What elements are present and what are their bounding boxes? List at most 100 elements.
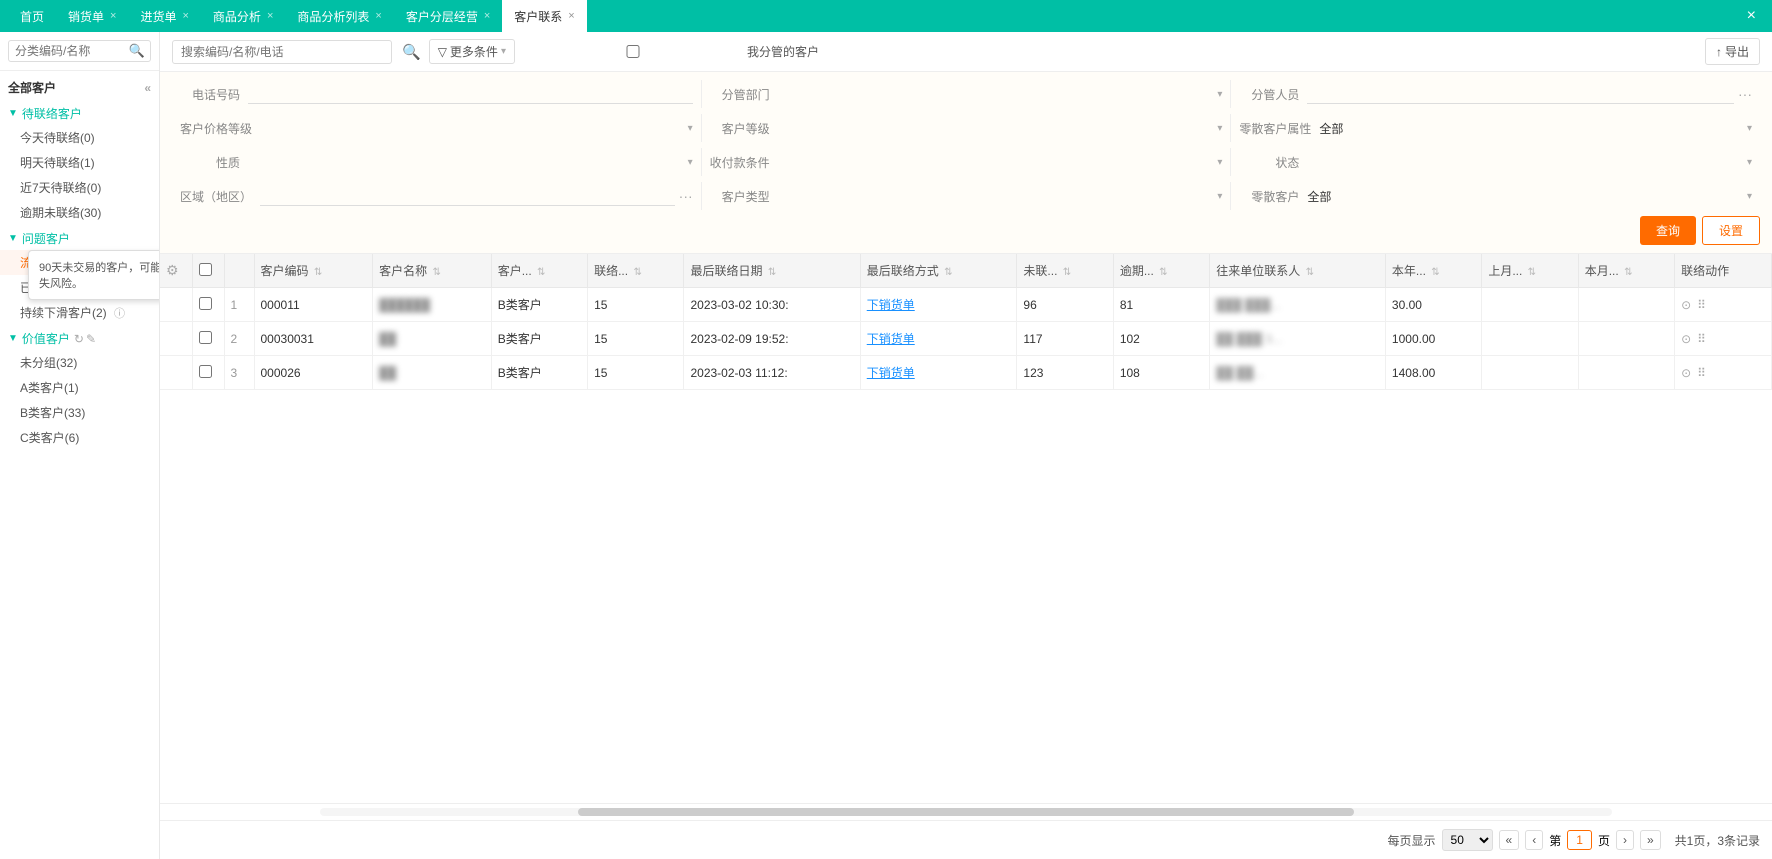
more-actions-icon[interactable]: ⠿ [1697,366,1706,380]
sidebar-item-ungroup[interactable]: 未分组(32) [0,350,159,375]
col-checkbox[interactable] [192,254,224,288]
sidebar-item-classB[interactable]: B类客户(33) [0,400,159,425]
col-overdue[interactable]: 逾期... ⇅ [1113,254,1209,288]
nav-customer-contact[interactable]: 客户联系 × [502,0,586,32]
row-last-contact-method[interactable]: 下销货单 [860,356,1017,390]
contact-method-link[interactable]: 下销货单 [867,298,915,312]
sidebar-group-value[interactable]: ▼ 价值客户 ↻ ✎ [0,325,159,350]
row-check-cell[interactable] [192,288,224,322]
my-customers-checkbox-area[interactable]: 我分管的客户 [523,43,819,60]
contact-icon[interactable]: ⊙ [1681,298,1691,312]
col-last-contact-date[interactable]: 最后联络日期 ⇅ [684,254,860,288]
sidebar-item-declining[interactable]: 持续下滑客户(2) ⓘ [0,300,159,325]
contact-method-link[interactable]: 下销货单 [867,366,915,380]
settings-button[interactable]: 设置 [1702,216,1760,245]
contact-method-link[interactable]: 下销货单 [867,332,915,346]
status-select[interactable]: ▾ [1307,157,1752,168]
prev-page-button[interactable]: ‹ [1525,830,1543,850]
select-all-checkbox[interactable] [199,263,212,276]
nav-product-analysis-list[interactable]: 商品分析列表 × [285,0,393,32]
row-action-icons[interactable]: ⊙ ⠿ [1675,288,1772,322]
contact-icon[interactable]: ⊙ [1681,366,1691,380]
my-customers-checkbox[interactable] [523,45,743,58]
row-checkbox[interactable] [199,365,212,378]
col-this-year[interactable]: 本年... ⇅ [1385,254,1481,288]
nav-product-analysis[interactable]: 商品分析 × [201,0,285,32]
nav-customer-tier[interactable]: 客户分层经营 × [394,0,502,32]
sidebar-group-pending[interactable]: ▼ 待联络客户 [0,100,159,125]
retail-attr-select[interactable]: 全部 ▾ [1319,120,1752,137]
retail-customer-select[interactable]: 全部 ▾ [1307,188,1752,205]
col-code[interactable]: 客户编码 ⇅ [254,254,373,288]
last-page-button[interactable]: » [1640,830,1661,850]
region-dots-button[interactable]: ··· [679,188,693,204]
row-index: 3 [224,356,254,390]
value-refresh-icon[interactable]: ↻ [74,332,84,346]
more-actions-icon[interactable]: ⠿ [1697,298,1706,312]
query-button[interactable]: 查询 [1640,216,1696,245]
sidebar-item-overdue-pending[interactable]: 逾期未联络(30) [0,200,159,225]
row-action-icons[interactable]: ⊙ ⠿ [1675,356,1772,390]
col-last-contact-method[interactable]: 最后联络方式 ⇅ [860,254,1017,288]
close-product-analysis[interactable]: × [267,10,273,22]
row-index: 1 [224,288,254,322]
sidebar-collapse-icon[interactable]: « [144,81,151,95]
close-purchase-order[interactable]: × [182,10,188,22]
sidebar-group-problem[interactable]: ▼ 问题客户 90天未交易的客户，可能有流失风险。 [0,225,159,250]
row-last-contact-method[interactable]: 下销货单 [860,322,1017,356]
col-contact[interactable]: 联络... ⇅ [588,254,684,288]
col-last-month[interactable]: 上月... ⇅ [1482,254,1578,288]
close-sales-order[interactable]: × [110,10,116,22]
phone-input[interactable] [248,85,693,104]
row-checkbox[interactable] [199,331,212,344]
col-unit-contact[interactable]: 往来单位联系人 ⇅ [1210,254,1386,288]
nav-sales-order[interactable]: 销货单 × [56,0,128,32]
search-input[interactable] [172,40,392,64]
close-customer-contact[interactable]: × [568,10,574,22]
close-customer-tier[interactable]: × [484,10,490,22]
sidebar-item-7days-pending[interactable]: 近7天待联络(0) [0,175,159,200]
nature-select[interactable]: ▾ [248,157,693,168]
department-select[interactable]: ▾ [778,89,1223,100]
close-product-analysis-list[interactable]: × [375,10,381,22]
payment-select[interactable]: ▾ [778,157,1223,168]
more-conditions-button[interactable]: ▽ 更多条件 ▾ [429,39,515,64]
region-input[interactable] [260,187,675,206]
filter-payment: 收付款条件 ▾ [702,148,1232,176]
more-actions-icon[interactable]: ⠿ [1697,332,1706,346]
sidebar-item-classA[interactable]: A类客户(1) [0,375,159,400]
sidebar-item-classC[interactable]: C类客户(6) [0,425,159,450]
sidebar-item-today-pending[interactable]: 今天待联络(0) [0,125,159,150]
window-close-button[interactable]: × [1739,7,1764,25]
contact-icon[interactable]: ⊙ [1681,332,1691,346]
row-checkbox[interactable] [199,297,212,310]
sidebar-item-tomorrow-pending[interactable]: 明天待联络(1) [0,150,159,175]
filter-row-3: 性质 ▾ 收付款条件 ▾ 状态 [172,148,1760,176]
first-page-button[interactable]: « [1499,830,1520,850]
price-tier-select[interactable]: ▾ [260,123,693,134]
sidebar-all-customers-header[interactable]: 全部客户 « [0,71,159,100]
row-check-cell[interactable] [192,322,224,356]
export-button[interactable]: ↑ 导出 [1705,38,1760,65]
filter-customer-type: 客户类型 ▾ [702,182,1232,210]
next-page-button[interactable]: › [1616,830,1634,850]
col-type[interactable]: 客户... ⇅ [491,254,587,288]
per-page-select[interactable]: 50 20 100 [1442,829,1493,851]
value-edit-icon[interactable]: ✎ [86,332,96,346]
col-uncontacted[interactable]: 未联... ⇅ [1017,254,1113,288]
horizontal-scrollbar[interactable] [160,803,1772,820]
customer-tier-select[interactable]: ▾ [778,123,1223,134]
nav-home[interactable]: 首页 [8,0,56,32]
row-action-icons[interactable]: ⊙ ⠿ [1675,322,1772,356]
table-settings-icon[interactable]: ⚙ [166,262,179,278]
manager-dots-button[interactable]: ··· [1738,86,1752,102]
col-settings[interactable]: ⚙ [160,254,192,288]
col-this-month[interactable]: 本月... ⇅ [1578,254,1674,288]
col-name[interactable]: 客户名称 ⇅ [373,254,492,288]
row-last-contact-method[interactable]: 下销货单 [860,288,1017,322]
manager-input[interactable] [1307,85,1734,104]
search-button[interactable]: 🔍 [402,43,421,61]
customer-type-select[interactable]: ▾ [778,191,1223,202]
row-check-cell[interactable] [192,356,224,390]
nav-purchase-order[interactable]: 进货单 × [128,0,200,32]
